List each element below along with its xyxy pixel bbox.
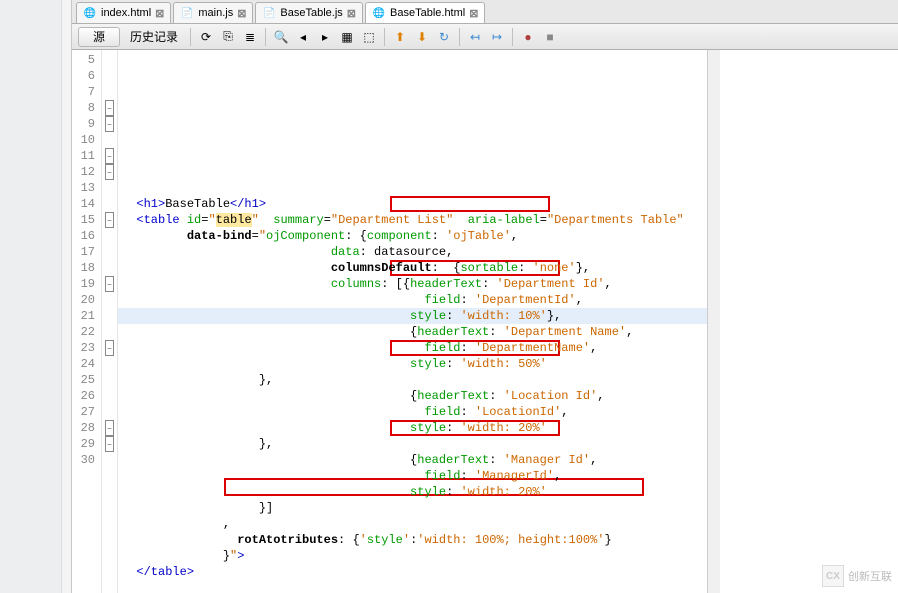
close-icon[interactable]: ⊠ xyxy=(347,7,356,20)
tab-basetable-js[interactable]: 📄 BaseTable.js ⊠ xyxy=(255,2,363,23)
code-editor[interactable]: 5678910111213141516171819202122232425262… xyxy=(72,50,898,593)
arrow-down-icon[interactable]: ⬇ xyxy=(413,28,431,46)
tab-main-js[interactable]: 📄 main.js ⊠ xyxy=(173,2,253,23)
close-icon[interactable]: ⊠ xyxy=(237,7,246,20)
logo-icon: CX xyxy=(822,565,844,587)
find-next-icon[interactable]: ▸ xyxy=(316,28,334,46)
tab-basetable-html[interactable]: 🌐 BaseTable.html ⊠ xyxy=(365,2,485,23)
refresh-icon[interactable]: ⟳ xyxy=(197,28,215,46)
redo-icon[interactable]: ↻ xyxy=(435,28,453,46)
line-numbers: 5678910111213141516171819202122232425262… xyxy=(72,50,102,593)
source-view-button[interactable]: 源 xyxy=(78,27,120,47)
stop-icon[interactable]: ■ xyxy=(541,28,559,46)
js-icon: 📄 xyxy=(180,6,194,20)
tab-label: main.js xyxy=(198,7,233,19)
editor-tabs: 🌐 index.html ⊠ 📄 main.js ⊠ 📄 BaseTable.j… xyxy=(72,0,898,24)
close-icon[interactable]: ⊠ xyxy=(469,7,478,20)
watermark: CX 创新互联 xyxy=(822,565,892,587)
tab-index-html[interactable]: 🌐 index.html ⊠ xyxy=(76,2,171,23)
next-icon[interactable]: ↦ xyxy=(488,28,506,46)
fold-gutter[interactable]: −−−−−−−−− xyxy=(102,50,118,593)
code-content[interactable]: <h1>BaseTable</h1> <table id="table" sum… xyxy=(118,50,708,593)
tab-label: BaseTable.js xyxy=(280,7,342,19)
tab-label: index.html xyxy=(101,7,151,19)
html-icon: 🌐 xyxy=(83,6,97,20)
right-margin xyxy=(708,50,720,593)
js-icon: 📄 xyxy=(262,6,276,20)
editor-toolbar: 源 历史记录 ⟳ ⎘ ≣ 🔍 ◂ ▸ ▦ ⬚ ⬆ ⬇ ↻ ↤ ↦ ● ■ xyxy=(72,24,898,50)
select-icon[interactable]: ⬚ xyxy=(360,28,378,46)
bookmark-icon[interactable]: ▦ xyxy=(338,28,356,46)
history-label[interactable]: 历史记录 xyxy=(124,28,184,45)
find-prev-icon[interactable]: ◂ xyxy=(294,28,312,46)
html-icon: 🌐 xyxy=(372,6,386,20)
left-gutter xyxy=(0,0,72,593)
arrow-up-icon[interactable]: ⬆ xyxy=(391,28,409,46)
tab-label: BaseTable.html xyxy=(390,7,465,19)
rows-icon[interactable]: ≣ xyxy=(241,28,259,46)
copy-icon[interactable]: ⎘ xyxy=(219,28,237,46)
zoom-in-icon[interactable]: 🔍 xyxy=(272,28,290,46)
prev-icon[interactable]: ↤ xyxy=(466,28,484,46)
record-icon[interactable]: ● xyxy=(519,28,537,46)
close-icon[interactable]: ⊠ xyxy=(155,7,164,20)
